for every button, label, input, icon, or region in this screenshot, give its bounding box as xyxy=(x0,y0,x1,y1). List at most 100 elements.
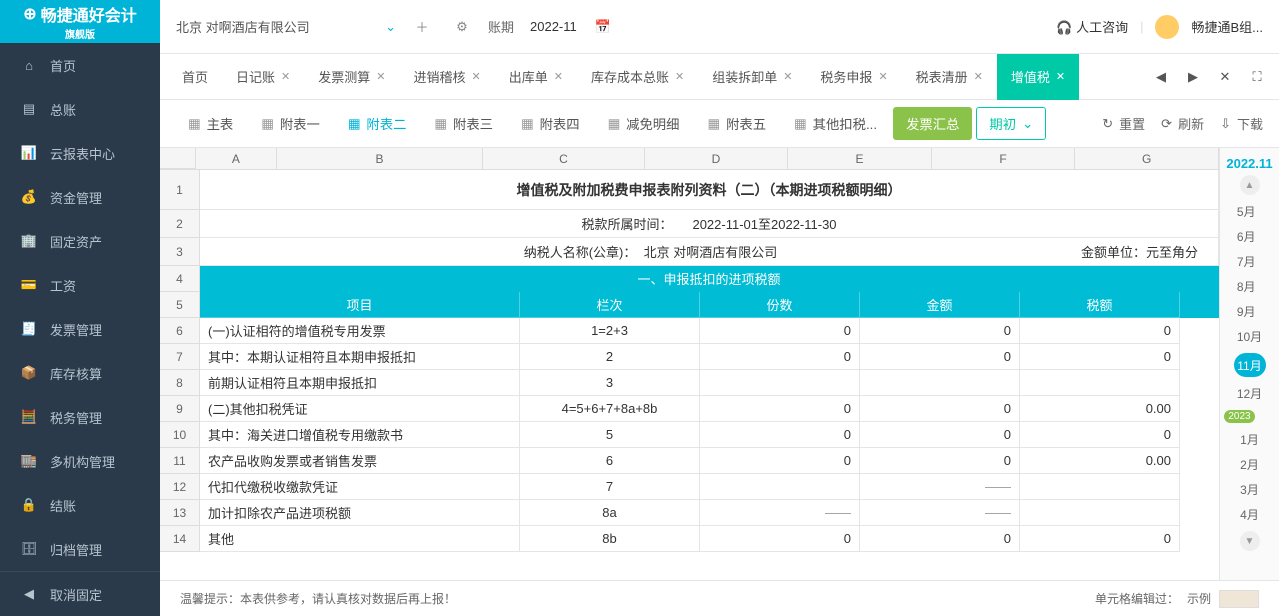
year-down[interactable]: ▼ xyxy=(1240,531,1260,551)
sidebar-item-salary[interactable]: 💳工资 xyxy=(0,263,160,307)
close-icon[interactable]: ✕ xyxy=(878,70,887,83)
period-init-button[interactable]: 期初 ⌄ xyxy=(976,107,1046,140)
user-name[interactable]: 畅捷通B组... xyxy=(1191,17,1263,36)
col-header[interactable]: A xyxy=(196,148,277,169)
tab[interactable]: 日记账✕ xyxy=(222,54,304,100)
month-item[interactable]: 6月 xyxy=(1237,224,1262,249)
tab[interactable]: 出库单✕ xyxy=(495,54,577,100)
sidebar-item-tax[interactable]: 🧮税务管理 xyxy=(0,395,160,439)
avatar[interactable] xyxy=(1155,15,1179,39)
col-header[interactable]: D xyxy=(645,148,789,169)
month-item[interactable]: 5月 xyxy=(1237,199,1262,224)
sheet-tab[interactable]: ▦附表三 xyxy=(422,108,505,139)
period-value[interactable]: 2022-11 xyxy=(530,19,577,34)
cell-item[interactable]: (二)其他扣税凭证 xyxy=(200,396,520,422)
month-item[interactable]: 8月 xyxy=(1237,274,1262,299)
row-num[interactable]: 10 xyxy=(160,422,200,448)
month-item[interactable]: 12月 xyxy=(1237,381,1262,406)
cell-amount[interactable]: 0 xyxy=(860,526,1020,552)
month-item[interactable]: 10月 xyxy=(1237,324,1262,349)
tab-prev[interactable]: ◀ xyxy=(1147,63,1175,91)
sidebar-item-ledger[interactable]: ▤总账 xyxy=(0,87,160,131)
month-active[interactable]: 11月 xyxy=(1234,353,1266,377)
row-num[interactable]: 5 xyxy=(160,292,200,318)
calendar-icon[interactable]: 📅 xyxy=(589,13,617,41)
cell-item[interactable]: 农产品收购发票或者销售发票 xyxy=(200,448,520,474)
close-icon[interactable]: ✕ xyxy=(1056,70,1065,83)
sidebar-item-money[interactable]: 💰资金管理 xyxy=(0,175,160,219)
col-header[interactable]: F xyxy=(932,148,1076,169)
sheet-tab[interactable]: ▦附表一 xyxy=(249,108,332,139)
year-up[interactable]: ▲ xyxy=(1240,175,1260,195)
sidebar-item-org[interactable]: 🏬多机构管理 xyxy=(0,439,160,483)
reset-button[interactable]: ↻重置 xyxy=(1102,114,1145,133)
cell-col[interactable]: 5 xyxy=(520,422,700,448)
cell-tax[interactable]: 0 xyxy=(1020,344,1180,370)
cell-item[interactable]: 其他 xyxy=(200,526,520,552)
cell-col[interactable]: 2 xyxy=(520,344,700,370)
cell-amount[interactable]: —— xyxy=(860,474,1020,500)
cell-tax[interactable] xyxy=(1020,474,1180,500)
sidebar-item-stock[interactable]: 📦库存核算 xyxy=(0,351,160,395)
refresh-button[interactable]: ⟳刷新 xyxy=(1161,114,1204,133)
cell-qty[interactable]: 0 xyxy=(700,318,860,344)
spreadsheet[interactable]: A B C D E F G 1 增值税及附加税费申报表附列资料（二）（本期进项税… xyxy=(160,148,1219,580)
add-button[interactable]: ＋ xyxy=(408,13,436,41)
col-header[interactable]: C xyxy=(483,148,645,169)
cell-col[interactable]: 7 xyxy=(520,474,700,500)
tab[interactable]: 进销稽核✕ xyxy=(399,54,494,100)
tab[interactable]: 库存成本总账✕ xyxy=(577,54,698,100)
cell-col[interactable]: 4=5+6+7+8a+8b xyxy=(520,396,700,422)
sidebar-item-chart[interactable]: 📊云报表中心 xyxy=(0,131,160,175)
cell-col[interactable]: 8b xyxy=(520,526,700,552)
row-num[interactable]: 4 xyxy=(160,266,200,292)
sheet-tab[interactable]: ▦附表五 xyxy=(695,108,778,139)
sidebar-item-archive[interactable]: 🗄归档管理 xyxy=(0,527,160,571)
cell-qty[interactable]: 0 xyxy=(700,526,860,552)
cell-amount[interactable]: 0 xyxy=(860,448,1020,474)
cell-qty[interactable]: 0 xyxy=(700,422,860,448)
sidebar-item-asset[interactable]: 🏢固定资产 xyxy=(0,219,160,263)
cell-amount[interactable]: 0 xyxy=(860,396,1020,422)
row-num[interactable]: 13 xyxy=(160,500,200,526)
cell-qty[interactable]: —— xyxy=(700,500,860,526)
sidebar-item-home[interactable]: ⌂首页 xyxy=(0,43,160,87)
row-num[interactable]: 7 xyxy=(160,344,200,370)
close-icon[interactable]: ✕ xyxy=(472,70,481,83)
cell-tax[interactable]: 0.00 xyxy=(1020,396,1180,422)
tab[interactable]: 首页 xyxy=(168,54,222,100)
cell-amount[interactable]: 0 xyxy=(860,422,1020,448)
cell-tax[interactable]: 0 xyxy=(1020,422,1180,448)
cell-item[interactable]: (一)认证相符的增值税专用发票 xyxy=(200,318,520,344)
cell-amount[interactable]: 0 xyxy=(860,318,1020,344)
cell-col[interactable]: 8a xyxy=(520,500,700,526)
close-icon[interactable]: ✕ xyxy=(783,70,792,83)
cell-qty[interactable]: 0 xyxy=(700,396,860,422)
cell-tax[interactable]: 0 xyxy=(1020,526,1180,552)
sheet-tab[interactable]: ▦其他扣税... xyxy=(782,108,889,139)
cell-amount[interactable]: 0 xyxy=(860,344,1020,370)
settings-button[interactable]: ⚙ xyxy=(448,13,476,41)
cell-qty[interactable]: 0 xyxy=(700,344,860,370)
month-item[interactable]: 2月 xyxy=(1240,452,1259,477)
row-num[interactable]: 3 xyxy=(160,238,200,266)
close-icon[interactable]: ✕ xyxy=(554,70,563,83)
row-num[interactable]: 1 xyxy=(160,170,200,210)
cell-tax[interactable] xyxy=(1020,500,1180,526)
month-item[interactable]: 3月 xyxy=(1240,477,1259,502)
cell-col[interactable]: 1=2+3 xyxy=(520,318,700,344)
close-icon[interactable]: ✕ xyxy=(281,70,290,83)
sheet-tab[interactable]: ▦减免明细 xyxy=(596,108,692,139)
tab-next[interactable]: ▶ xyxy=(1179,63,1207,91)
year-label[interactable]: 2022.11 xyxy=(1226,156,1272,171)
month-item[interactable]: 7月 xyxy=(1237,249,1262,274)
sheet-tab[interactable]: ▦附表四 xyxy=(509,108,592,139)
sheet-tab[interactable]: ▦附表二 xyxy=(336,108,419,139)
cell-tax[interactable]: 0 xyxy=(1020,318,1180,344)
tab[interactable]: 增值税✕ xyxy=(997,54,1079,100)
cell-item[interactable]: 其中：本期认证相符且本期申报抵扣 xyxy=(200,344,520,370)
cell-qty[interactable] xyxy=(700,370,860,396)
tab[interactable]: 税表清册✕ xyxy=(902,54,997,100)
download-button[interactable]: ⇩下载 xyxy=(1220,114,1263,133)
row-num[interactable]: 9 xyxy=(160,396,200,422)
